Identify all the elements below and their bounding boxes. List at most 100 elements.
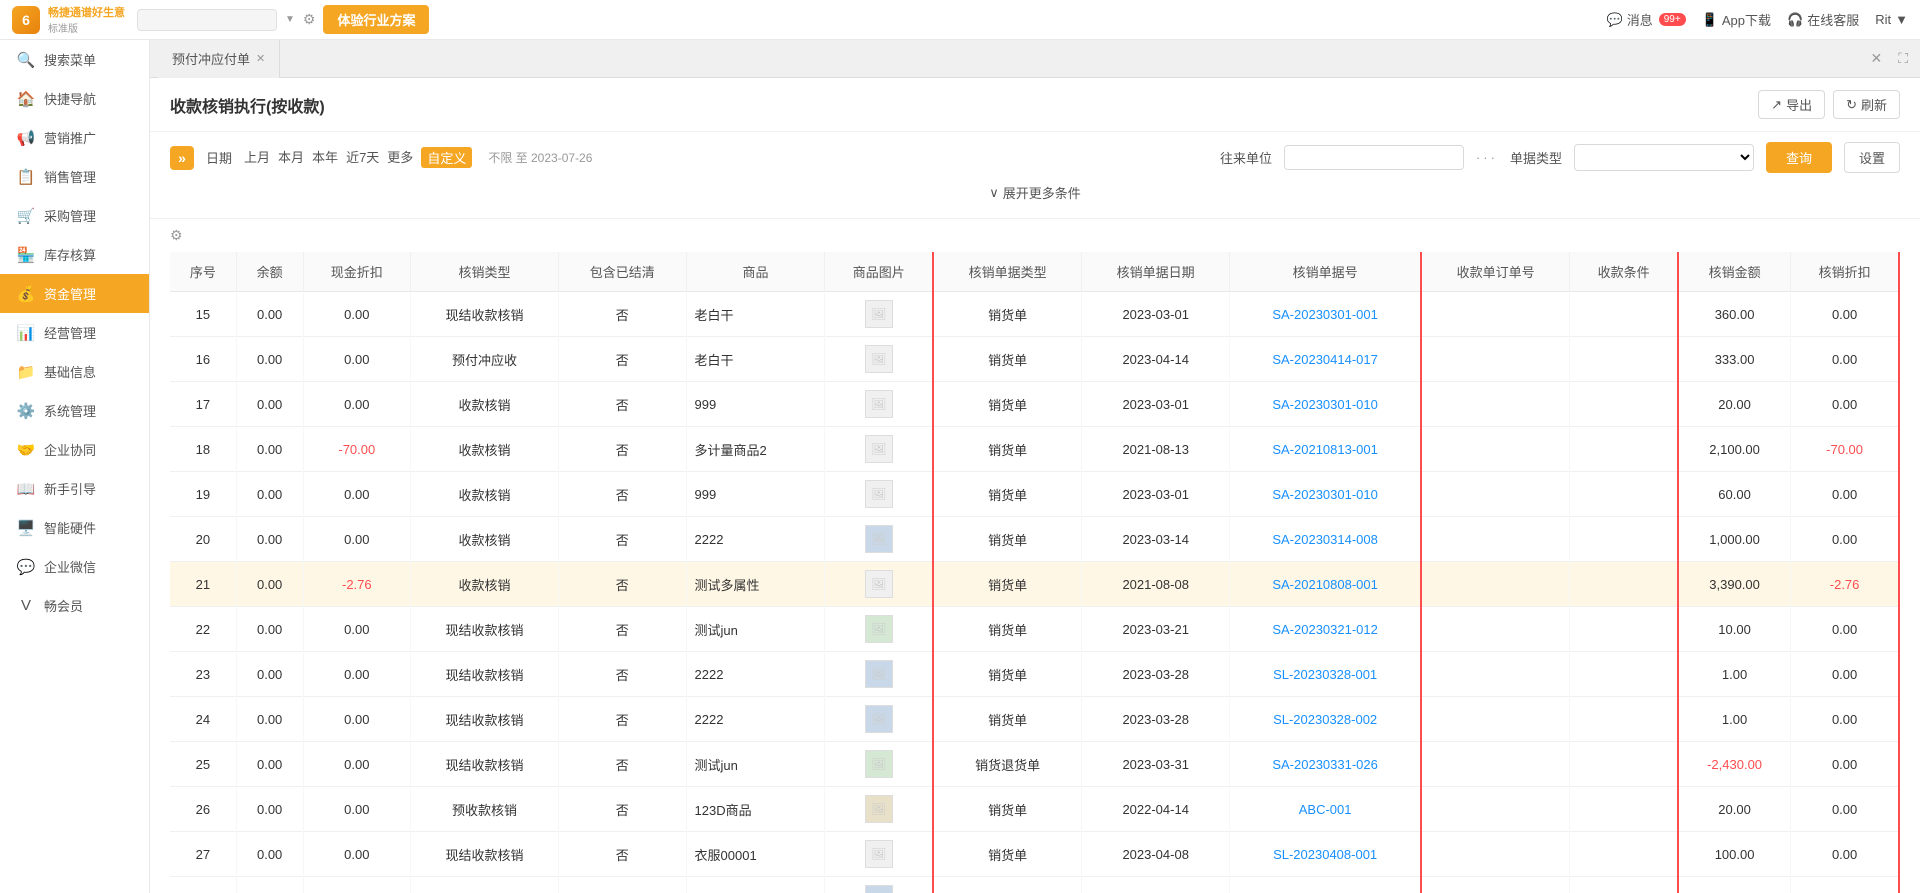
sidebar-item-member[interactable]: V畅会员 (0, 586, 149, 625)
cell-writeoff_num[interactable]: SL-20230328-002 (1230, 697, 1421, 742)
cell-receipt_condition (1570, 697, 1678, 742)
cell-writeoff_num[interactable]: SL-20230408-001 (1230, 832, 1421, 877)
date-last-month[interactable]: 上月 (244, 147, 270, 168)
online-service-button[interactable]: 🎧 在线客服 (1787, 10, 1859, 29)
user-menu[interactable]: Rit ▼ (1875, 12, 1908, 27)
cell-writeoff_date: 2023-04-08 (1082, 832, 1230, 877)
cell-writeoff_num[interactable]: ABC-001 (1230, 787, 1421, 832)
product-image: 🖼 (865, 480, 893, 508)
cell-goods: 123D商品 (686, 787, 825, 832)
sidebar-item-basic[interactable]: 📁基础信息 (0, 352, 149, 391)
cell-writeoff_num[interactable]: SA-20230301-010 (1230, 382, 1421, 427)
order-type-select[interactable] (1574, 144, 1754, 171)
dropdown-arrow-icon: ▼ (285, 14, 295, 25)
table-row: 240.000.00现结收款核销否2222🖼销货单2023-03-28SL-20… (170, 697, 1899, 742)
logo-icon: 6 (12, 6, 40, 34)
maximize-icon[interactable]: ⛶ (1894, 50, 1912, 67)
cell-writeoff_num[interactable]: SL-20230418-001 (1230, 877, 1421, 893)
cell-writeoff_order_type: 销货单 (933, 517, 1082, 562)
date-this-month[interactable]: 本月 (278, 147, 304, 168)
cell-receipt_order_num (1421, 517, 1570, 562)
refresh-button[interactable]: ↻ 刷新 (1833, 90, 1900, 119)
sidebar-label-guide: 新手引导 (44, 479, 96, 498)
cell-writeoff_date: 2022-04-14 (1082, 787, 1230, 832)
sidebar-item-search[interactable]: 🔍 搜索菜单 (0, 40, 149, 79)
table-settings-icon[interactable]: ⚙ (170, 227, 183, 244)
cell-writeoff_amount: -2,430.00 (1678, 742, 1791, 787)
export-button[interactable]: ↗ 导出 (1758, 90, 1825, 119)
cell-writeoff_amount: 333.00 (1678, 337, 1791, 382)
cell-writeoff_num[interactable]: SA-20230321-012 (1230, 607, 1421, 652)
cell-goods_image: 🖼 (825, 652, 933, 697)
close-window-icon[interactable]: ✕ (1866, 50, 1886, 67)
table-row: 270.000.00现结收款核销否衣服00001🖼销货单2023-04-08SL… (170, 832, 1899, 877)
sidebar-item-quicknav[interactable]: 🏠快捷导航 (0, 79, 149, 118)
app-download-button[interactable]: 📱 App下载 (1702, 10, 1771, 29)
cell-writeoff_num[interactable]: SA-20230331-026 (1230, 742, 1421, 787)
sidebar-icon-search: 🔍 (16, 51, 36, 69)
filter-toggle-button[interactable]: » (170, 146, 194, 170)
cell-goods_image: 🖼 (825, 832, 933, 877)
cell-writeoff_type: 现结收款核销 (411, 742, 559, 787)
cell-writeoff_date: 2023-03-28 (1082, 652, 1230, 697)
date-this-year[interactable]: 本年 (312, 147, 338, 168)
cell-writeoff_num[interactable]: SL-20230328-001 (1230, 652, 1421, 697)
sidebar-item-marketing[interactable]: 📢营销推广 (0, 118, 149, 157)
top-search-input[interactable] (137, 9, 277, 31)
sidebar-item-finance[interactable]: 💰资金管理 (0, 274, 149, 313)
message-badge: 99+ (1659, 13, 1686, 26)
settings-button[interactable]: 设置 (1844, 142, 1900, 173)
cell-writeoff_type: 预付冲应收 (411, 337, 559, 382)
date-7days[interactable]: 近7天 (346, 147, 379, 168)
sidebar-label-inventory: 库存核算 (44, 245, 96, 264)
table-header-settings: ⚙ (170, 219, 1900, 252)
solution-button[interactable]: 体验行业方案 (323, 5, 429, 34)
cell-row_num: 25 (170, 742, 236, 787)
cell-writeoff_date: 2021-08-13 (1082, 427, 1230, 472)
sidebar-item-guide[interactable]: 📖新手引导 (0, 469, 149, 508)
cell-writeoff_order_type: 销货单 (933, 607, 1082, 652)
cell-writeoff_date: 2023-04-14 (1082, 337, 1230, 382)
cell-include_settled: 否 (558, 742, 686, 787)
table-area[interactable]: ⚙ 序号余额现金折扣核销类型包含已结清商品商品图片核销单据类型核销单据日期核销单… (150, 219, 1920, 893)
sidebar-item-sales[interactable]: 📋销售管理 (0, 157, 149, 196)
cell-writeoff_num[interactable]: SA-20230414-017 (1230, 337, 1421, 382)
tab-prepaid[interactable]: 预付冲应付单✕ (158, 40, 280, 78)
expand-more-button[interactable]: ∨ 展开更多条件 (989, 183, 1081, 202)
cell-writeoff_num[interactable]: SA-20230301-001 (1230, 292, 1421, 337)
cell-goods_image: 🖼 (825, 787, 933, 832)
cell-writeoff_num[interactable]: SA-20210808-001 (1230, 562, 1421, 607)
date-custom[interactable]: 自定义 (421, 147, 472, 168)
cell-goods: 测试多属性 (686, 562, 825, 607)
product-image: 🖼 (865, 300, 893, 328)
from-unit-input[interactable] (1284, 145, 1464, 170)
sidebar-item-system[interactable]: ⚙️系统管理 (0, 391, 149, 430)
query-button[interactable]: 查询 (1766, 142, 1832, 173)
sidebar-item-wechat[interactable]: 💬企业微信 (0, 547, 149, 586)
service-icon: 🎧 (1787, 12, 1803, 28)
date-more[interactable]: 更多 (387, 147, 413, 168)
cell-writeoff_num[interactable]: SA-20230301-010 (1230, 472, 1421, 517)
sidebar-icon-system: ⚙️ (16, 402, 36, 420)
cell-row_num: 28 (170, 877, 236, 893)
cell-writeoff_num[interactable]: SA-20230314-008 (1230, 517, 1421, 562)
logo-text-area: 畅捷通谱好生意 标准版 (48, 4, 125, 35)
sidebar-item-hardware[interactable]: 🖥️智能硬件 (0, 508, 149, 547)
cell-writeoff_num[interactable]: SA-20210813-001 (1230, 427, 1421, 472)
filter-area: » 日期 上月 本月 本年 近7天 更多 自定义 不限 至 2023-07-26… (150, 132, 1920, 219)
user-chevron-icon: ▼ (1895, 12, 1908, 27)
sidebar-item-enterprise[interactable]: 🤝企业协同 (0, 430, 149, 469)
cell-writeoff_order_type: 销货单 (933, 832, 1082, 877)
messages-button[interactable]: 💬 消息 99+ (1607, 10, 1686, 29)
product-image: 🖼 (865, 525, 893, 553)
settings-icon[interactable]: ⚙ (303, 11, 316, 28)
sidebar-item-business[interactable]: 📊经营管理 (0, 313, 149, 352)
cell-balance: 0.00 (236, 292, 303, 337)
sidebar-item-purchase[interactable]: 🛒采购管理 (0, 196, 149, 235)
sidebar-item-inventory[interactable]: 🏪库存核算 (0, 235, 149, 274)
tab-close-prepaid[interactable]: ✕ (256, 52, 265, 65)
cell-writeoff_discount: 0.00 (1791, 607, 1899, 652)
cell-writeoff_order_type: 销货单 (933, 427, 1082, 472)
sidebar-label-search: 搜索菜单 (44, 50, 96, 69)
cell-writeoff_type: 收款核销 (411, 427, 559, 472)
